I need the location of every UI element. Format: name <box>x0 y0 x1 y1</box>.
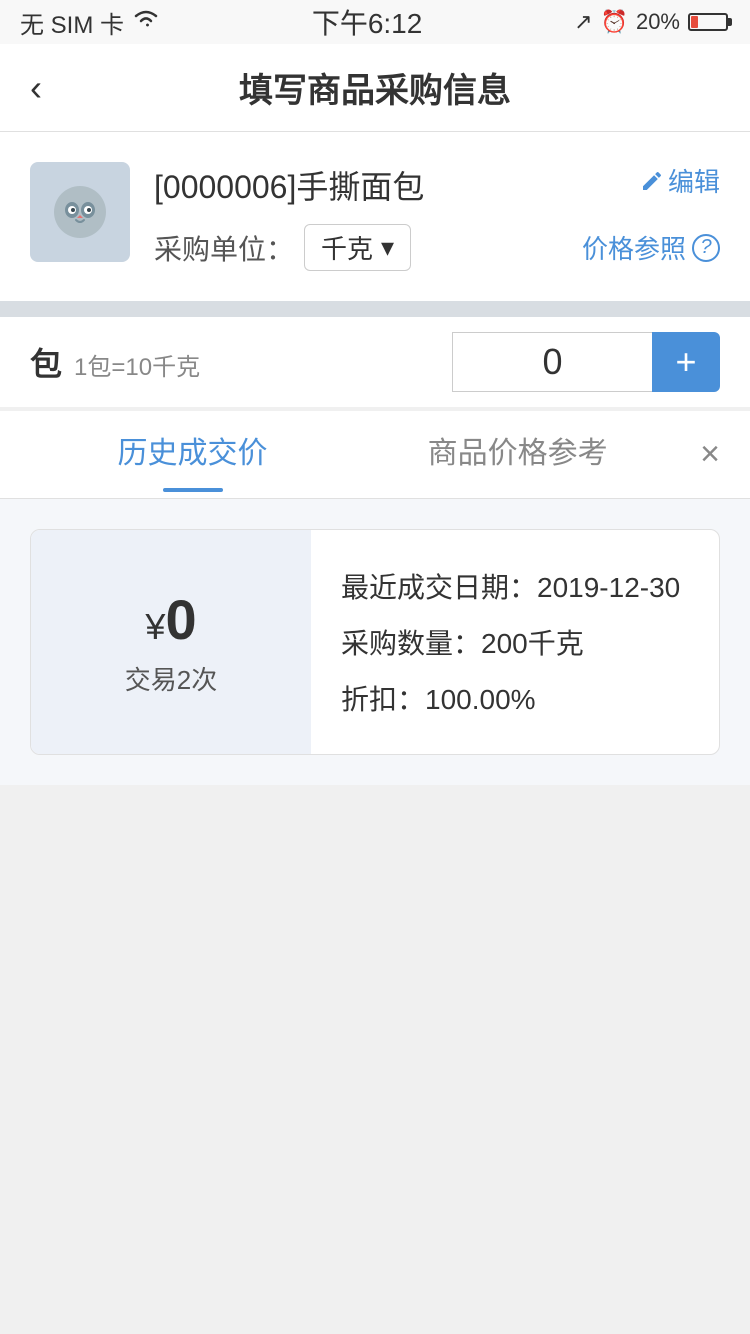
date-value: 2019-12-30 <box>537 572 680 603</box>
product-name: [0000006]手撕面包 <box>154 162 424 208</box>
section-divider <box>0 301 750 317</box>
battery-pct: 20% <box>636 9 680 35</box>
trade-count: 交易2次 <box>125 660 217 697</box>
card-price: ¥0 <box>145 587 196 652</box>
alarm-icon: ⏰ <box>601 9 628 35</box>
date-label: 最近成交日期： <box>341 572 537 603</box>
status-time: 下午6:12 <box>312 2 423 42</box>
quantity-row: 包 1包=10千克 + <box>0 317 750 407</box>
help-icon: ? <box>692 234 720 262</box>
quantity-controls: + <box>452 332 720 392</box>
status-left: 无 SIM 卡 <box>20 5 160 40</box>
purchase-unit-row: 采购单位： 千克 ▾ 价格参照 ? <box>154 224 720 271</box>
tab-history-price[interactable]: 历史成交价 <box>30 428 355 482</box>
quantity-left: 包 1包=10千克 <box>30 339 200 385</box>
quantity-hint: 1包=10千克 <box>74 347 200 382</box>
card-left: ¥0 交易2次 <box>31 530 311 754</box>
card-right: 最近成交日期：2019-12-30 采购数量：200千克 折扣：100.00% <box>311 530 719 754</box>
battery-icon <box>688 13 730 31</box>
edit-button[interactable]: 编辑 <box>640 162 720 199</box>
sim-status: 无 SIM 卡 <box>20 5 124 40</box>
date-row: 最近成交日期：2019-12-30 <box>341 566 689 606</box>
price-ref-button[interactable]: 价格参照 ? <box>582 229 720 266</box>
history-card: ¥0 交易2次 最近成交日期：2019-12-30 采购数量：200千克 折扣：… <box>30 529 720 755</box>
quantity-input[interactable] <box>452 332 652 392</box>
currency-symbol: ¥ <box>145 606 165 647</box>
dropdown-arrow-icon: ▾ <box>381 232 394 263</box>
page-title: 填写商品采购信息 <box>239 63 511 112</box>
status-right: ↗ ⏰ 20% <box>574 9 730 35</box>
unit-value: 千克 <box>321 229 373 266</box>
back-button[interactable]: ‹ <box>30 67 62 109</box>
product-image <box>30 162 130 262</box>
tab-close-button[interactable]: × <box>680 435 720 474</box>
tab-price-reference[interactable]: 商品价格参考 <box>355 428 680 482</box>
edit-icon <box>640 169 664 193</box>
tab-bar: 历史成交价 商品价格参考 × <box>0 411 750 499</box>
price-value: 0 <box>165 588 196 651</box>
header: ‹ 填写商品采购信息 <box>0 44 750 132</box>
discount-row: 折扣：100.00% <box>341 678 689 718</box>
location-icon: ↗ <box>574 9 592 35</box>
qty-label: 采购数量： <box>341 628 481 659</box>
status-bar: 无 SIM 卡 下午6:12 ↗ ⏰ 20% <box>0 0 750 44</box>
price-ref-label: 价格参照 <box>582 229 686 266</box>
discount-label: 折扣： <box>341 684 425 715</box>
qty-row: 采购数量：200千克 <box>341 622 689 662</box>
product-section: [0000006]手撕面包 编辑 采购单位： 千克 ▾ 价格参照 ? <box>0 132 750 301</box>
quantity-unit: 包 <box>30 339 62 385</box>
discount-value: 100.00% <box>425 684 536 715</box>
product-header-row: [0000006]手撕面包 编辑 <box>154 162 720 208</box>
qty-value: 200千克 <box>481 628 584 659</box>
product-info: [0000006]手撕面包 编辑 采购单位： 千克 ▾ 价格参照 ? <box>154 162 720 271</box>
unit-label: 采购单位： <box>154 228 294 268</box>
quantity-plus-button[interactable]: + <box>652 332 720 392</box>
card-area: ¥0 交易2次 最近成交日期：2019-12-30 采购数量：200千克 折扣：… <box>0 499 750 785</box>
wifi-icon <box>132 8 160 36</box>
tab-section: 历史成交价 商品价格参考 × ¥0 交易2次 最近成交日期：2019-12-30… <box>0 411 750 785</box>
unit-dropdown[interactable]: 千克 ▾ <box>304 224 411 271</box>
